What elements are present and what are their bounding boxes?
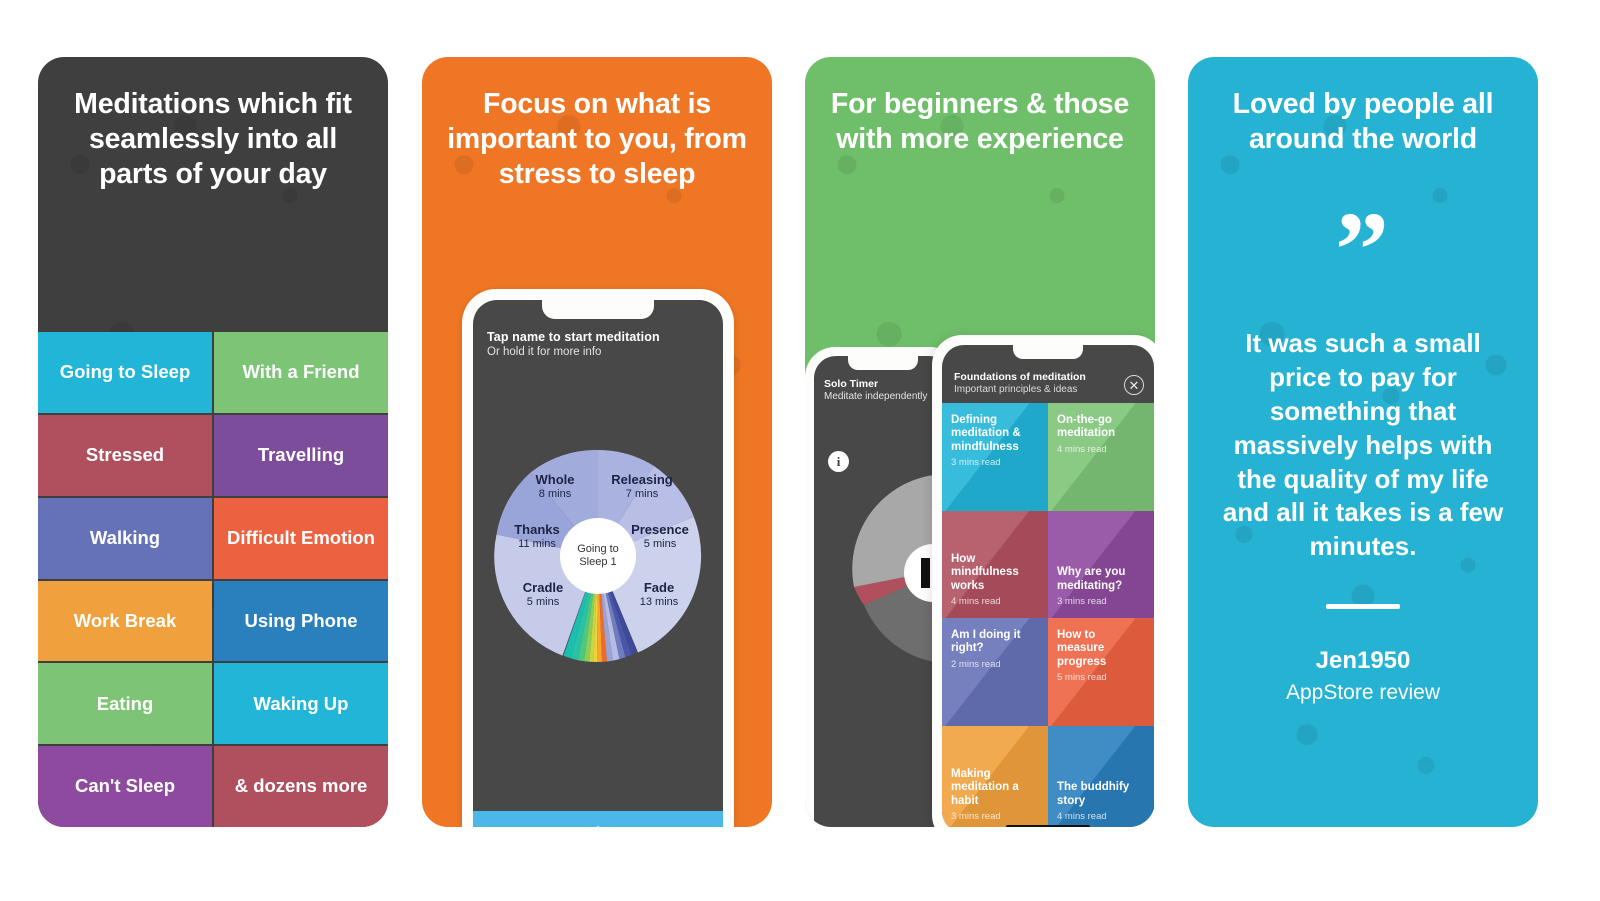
phone-mockup-wheel: Tap name to start meditation Or hold it … (462, 289, 734, 827)
quote-mark-icon: ” (1335, 190, 1391, 310)
card-title: Why are you meditating? (1057, 566, 1126, 592)
tile-label: & dozens more (234, 775, 368, 797)
card-title: How mindfulness works (951, 553, 1019, 592)
panel-levels: For beginners & those with more experien… (805, 57, 1155, 827)
foundations-title: Foundations of meditation (954, 371, 1086, 383)
tile-label: With a Friend (242, 361, 360, 383)
tile-label: Can't Sleep (74, 775, 175, 797)
card-title: Defining meditation & mindfulness (951, 414, 1021, 453)
chevron-up-icon (596, 826, 600, 827)
info-icon[interactable]: i (828, 451, 849, 472)
solo-timer-title: Solo Timer (824, 378, 879, 390)
card-title: Making meditation a habit (951, 768, 1019, 807)
category-tile-walking[interactable]: Walking (38, 497, 212, 579)
panel-review-title: Loved by people all around the world (1232, 88, 1494, 155)
divider-rule (1326, 603, 1400, 609)
panel-categories: Meditations which fit seamlessly into al… (38, 57, 388, 827)
wheel-header-title: Tap name to start meditation (487, 330, 660, 344)
category-tile-cant-sleep[interactable]: Can't Sleep (38, 746, 212, 827)
card-meta: 3 mins read (1057, 596, 1107, 607)
phone-mockup-foundations: Foundations of meditation Important prin… (932, 335, 1155, 827)
close-icon[interactable]: ✕ (1124, 375, 1144, 395)
foundations-card-how-mindfulness-works[interactable]: How mindfulness works 4 mins read (942, 510, 1048, 618)
panel-levels-title: For beginners & those with more experien… (830, 88, 1130, 155)
category-tile-stressed[interactable]: Stressed (38, 414, 212, 496)
foundations-card-am-i-doing-it-right[interactable]: Am I doing it right? 2 mins read (942, 618, 1048, 726)
card-title: Am I doing it right? (951, 629, 1021, 655)
card-meta: 4 mins read (1057, 443, 1107, 455)
review-quote-text: It was such a small price to pay for som… (1222, 328, 1504, 562)
wheel-hub-label: Going to Sleep 1 (561, 519, 635, 593)
tile-label: Stressed (85, 444, 165, 466)
category-tile-dozens-more[interactable]: & dozens more (214, 746, 388, 827)
foundations-subtitle: Important principles & ideas (954, 384, 1078, 395)
card-title: How to measure progress (1057, 629, 1107, 668)
panel-categories-title: Meditations which fit seamlessly into al… (74, 88, 352, 190)
hub-line-1: Going to (577, 542, 619, 555)
solo-timer-subtitle: Meditate independently (824, 391, 928, 402)
tile-label: Going to Sleep (59, 361, 191, 383)
panel-focus: Focus on what is important to you, from … (422, 57, 772, 827)
card-meta: 4 mins read (1057, 811, 1107, 822)
category-tile-eating[interactable]: Eating (38, 663, 212, 745)
foundations-card-why-meditating[interactable]: Why are you meditating? 3 mins read (1048, 510, 1154, 618)
review-source: AppStore review (1285, 680, 1441, 704)
panel-review: Loved by people all around the world ” I… (1188, 57, 1538, 827)
foundations-card-on-the-go[interactable]: On-the-go meditation 4 mins read (1048, 403, 1154, 511)
phone-notch (542, 300, 654, 319)
card-title: On-the-go meditation (1057, 414, 1116, 440)
card-meta: 5 mins read (1057, 671, 1107, 683)
card-meta: 3 mins read (951, 456, 1001, 468)
tile-label: Difficult Emotion (227, 526, 375, 548)
wheel-bottom-bar[interactable] (473, 811, 723, 827)
category-tile-waking-up[interactable]: Waking Up (214, 663, 388, 745)
solo-timer-screen: Solo Timer Meditate independently i (814, 356, 951, 827)
card-meta: 3 mins read (951, 811, 1001, 822)
category-tile-work-break[interactable]: Work Break (38, 580, 212, 662)
meditation-wheel-chart[interactable]: Going to Sleep 1 Whole 8 mins Releasing … (492, 450, 704, 662)
foundations-header: Foundations of meditation Important prin… (942, 345, 1154, 403)
home-indicator (1006, 825, 1090, 827)
category-tile-going-to-sleep[interactable]: Going to Sleep (38, 332, 212, 413)
hub-line-2: Sleep 1 (579, 556, 617, 568)
tile-label: Walking (89, 526, 161, 548)
category-tile-difficult-emotion[interactable]: Difficult Emotion (214, 497, 388, 579)
foundations-card-buddhify-story[interactable]: The buddhify story 4 mins read (1048, 725, 1154, 827)
tile-label: Work Break (73, 609, 177, 631)
phone-notch (847, 356, 918, 370)
wheel-header-subtitle: Or hold it for more info (487, 346, 602, 358)
category-tile-with-a-friend[interactable]: With a Friend (214, 332, 388, 413)
foundations-card-defining[interactable]: Defining meditation & mindfulness 3 mins… (942, 403, 1048, 511)
tile-label: Travelling (257, 444, 345, 466)
card-meta: 2 mins read (951, 658, 1001, 670)
category-tile-travelling[interactable]: Travelling (214, 414, 388, 496)
category-tile-grid: Going to Sleep With a Friend Stressed Tr… (38, 332, 388, 827)
foundations-card-making-habit[interactable]: Making meditation a habit 3 mins read (942, 725, 1048, 827)
card-meta: 4 mins read (951, 596, 1001, 607)
panel-focus-title: Focus on what is important to you, from … (447, 88, 747, 190)
app-store-screenshot-gallery: Meditations which fit seamlessly into al… (0, 0, 1600, 901)
category-tile-using-phone[interactable]: Using Phone (214, 580, 388, 662)
foundations-card-grid: Defining meditation & mindfulness 3 mins… (942, 403, 1154, 827)
foundations-card-measure-progress[interactable]: How to measure progress 5 mins read (1048, 618, 1154, 726)
tile-label: Eating (96, 692, 154, 714)
pause-icon-bar (920, 558, 930, 588)
card-title: The buddhify story (1057, 781, 1130, 807)
foundations-screen: Foundations of meditation Important prin… (942, 345, 1154, 827)
phone-screen: Tap name to start meditation Or hold it … (473, 300, 723, 827)
tile-label: Waking Up (253, 692, 349, 714)
review-author: Jen1950 (1315, 646, 1411, 674)
tile-label: Using Phone (244, 609, 358, 631)
